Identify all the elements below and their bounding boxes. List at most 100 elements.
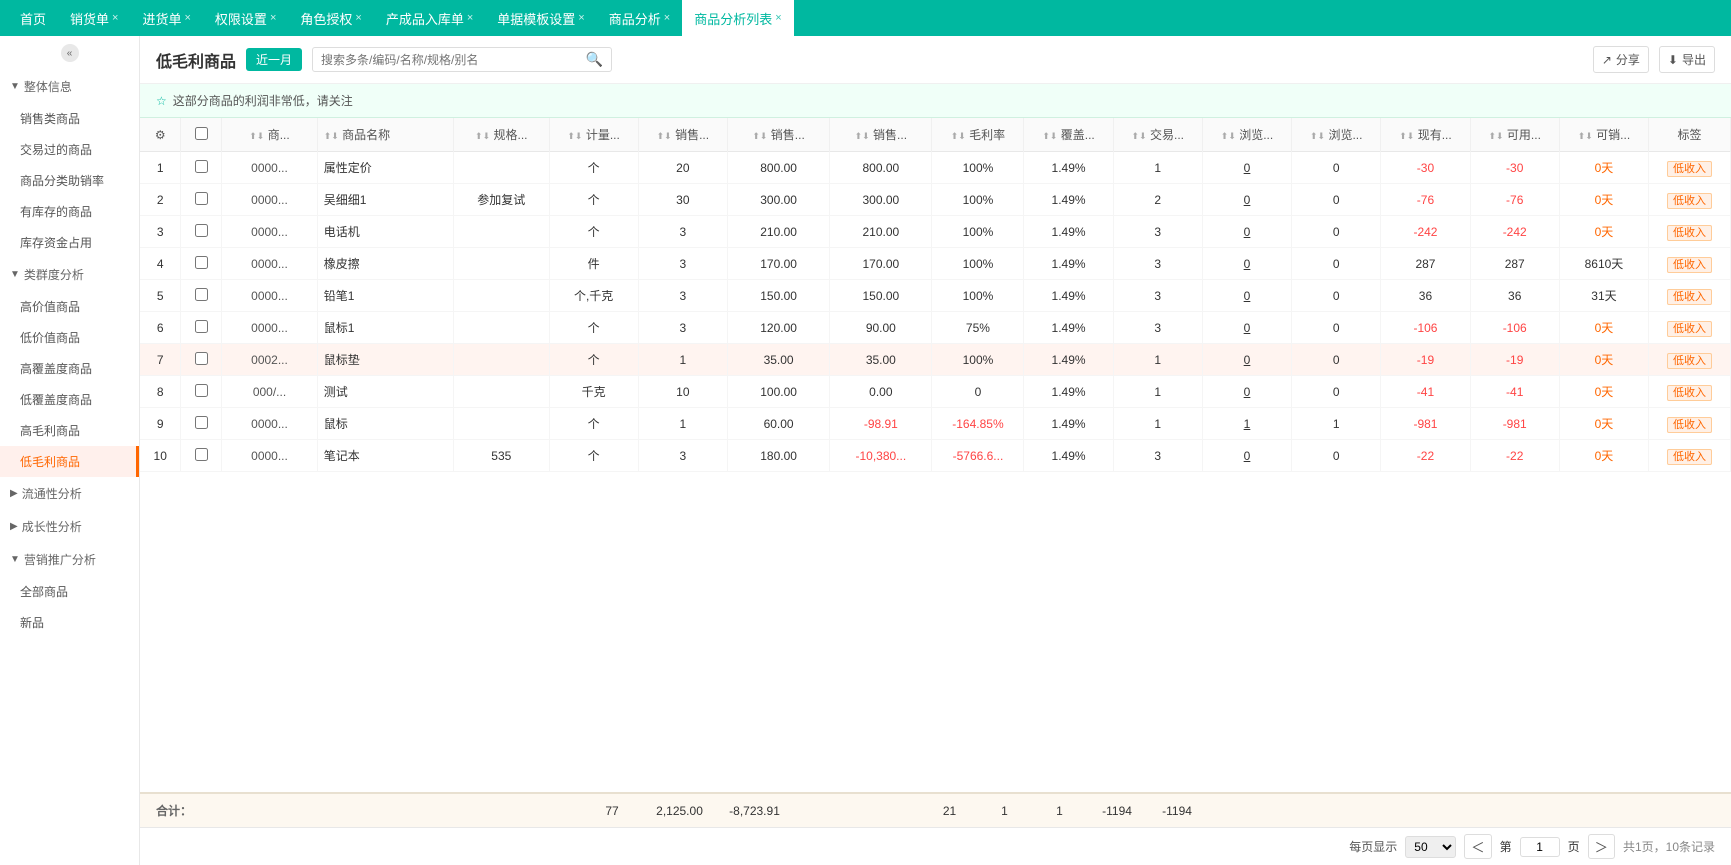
nav-item-template[interactable]: 单据模板设置 × — [485, 0, 596, 36]
th-code[interactable]: ⬆⬇ 商... — [222, 118, 317, 152]
cell-view1[interactable]: 0 — [1202, 184, 1291, 216]
cell-checkbox[interactable] — [181, 344, 222, 376]
sidebar-group-growth[interactable]: ▶ 成长性分析 — [0, 510, 139, 543]
sidebar-item-high-coverage[interactable]: 高覆盖度商品 — [0, 353, 139, 384]
cell-view1[interactable]: 0 — [1202, 248, 1291, 280]
th-trade-cnt[interactable]: ⬆⬇ 交易... — [1113, 118, 1202, 152]
nav-close-template[interactable]: × — [578, 12, 584, 24]
cell-name[interactable]: 橡皮擦 — [317, 248, 453, 280]
nav-close-sales[interactable]: × — [112, 12, 118, 24]
th-name[interactable]: ⬆⬇ 商品名称 — [317, 118, 453, 152]
cell-checkbox[interactable] — [181, 248, 222, 280]
cell-view1[interactable]: 0 — [1202, 280, 1291, 312]
th-view1[interactable]: ⬆⬇ 浏览... — [1202, 118, 1291, 152]
nav-item-product-in[interactable]: 产成品入库单 × — [374, 0, 485, 36]
cell-name[interactable]: 鼠标 — [317, 408, 453, 440]
sidebar-item-high-margin[interactable]: 高毛利商品 — [0, 415, 139, 446]
cell-view1[interactable]: 1 — [1202, 408, 1291, 440]
cell-checkbox[interactable] — [181, 280, 222, 312]
cell-view1[interactable]: 0 — [1202, 376, 1291, 408]
cell-name[interactable]: 吴细细1 — [317, 184, 453, 216]
sidebar-item-category-rate[interactable]: 商品分类助销率 — [0, 165, 139, 196]
sidebar-group-overall[interactable]: ▼ 整体信息 — [0, 70, 139, 103]
cell-checkbox[interactable] — [181, 216, 222, 248]
cell-checkbox[interactable] — [181, 440, 222, 472]
cell-name[interactable]: 鼠标1 — [317, 312, 453, 344]
sidebar-item-high-value[interactable]: 高价值商品 — [0, 291, 139, 322]
sidebar-item-new-goods[interactable]: 新品 — [0, 607, 139, 638]
cell-name[interactable]: 铅笔1 — [317, 280, 453, 312]
sidebar-group-cluster[interactable]: ▼ 类群度分析 — [0, 258, 139, 291]
sidebar-item-all-goods[interactable]: 全部商品 — [0, 576, 139, 607]
row-checkbox[interactable] — [195, 416, 208, 429]
nav-close-role[interactable]: × — [355, 12, 361, 24]
row-checkbox[interactable] — [195, 160, 208, 173]
nav-item-purchase[interactable]: 进货单 × — [130, 0, 202, 36]
row-checkbox[interactable] — [195, 192, 208, 205]
next-page-button[interactable]: ＞ — [1588, 834, 1615, 859]
cell-checkbox[interactable] — [181, 408, 222, 440]
cell-name[interactable]: 鼠标垫 — [317, 344, 453, 376]
sidebar-group-marketing[interactable]: ▼ 营销推广分析 — [0, 543, 139, 576]
per-page-select[interactable]: 50 20 100 — [1405, 836, 1456, 858]
th-checkbox[interactable] — [181, 118, 222, 152]
sidebar-item-low-margin[interactable]: 低毛利商品 — [0, 446, 139, 477]
sidebar-item-stock-capital[interactable]: 库存资金占用 — [0, 227, 139, 258]
th-tag[interactable]: 标签 — [1649, 118, 1731, 152]
sidebar-item-sales-goods[interactable]: 销售类商品 — [0, 103, 139, 134]
export-button[interactable]: ⬇ 导出 — [1659, 46, 1715, 73]
th-unit[interactable]: ⬆⬇ 计量... — [549, 118, 638, 152]
prev-page-button[interactable]: ＜ — [1464, 834, 1491, 859]
cell-view1[interactable]: 0 — [1202, 312, 1291, 344]
sidebar-item-low-coverage[interactable]: 低覆盖度商品 — [0, 384, 139, 415]
gear-icon[interactable]: ⚙ — [155, 128, 166, 142]
sidebar-item-traded-goods[interactable]: 交易过的商品 — [0, 134, 139, 165]
cell-view1[interactable]: 0 — [1202, 344, 1291, 376]
cell-checkbox[interactable] — [181, 152, 222, 184]
th-sales-gross[interactable]: ⬆⬇ 销售... — [830, 118, 932, 152]
th-coverage[interactable]: ⬆⬇ 覆盖... — [1024, 118, 1113, 152]
cell-name[interactable]: 测试 — [317, 376, 453, 408]
cell-checkbox[interactable] — [181, 312, 222, 344]
cell-checkbox[interactable] — [181, 184, 222, 216]
sidebar-item-in-stock[interactable]: 有库存的商品 — [0, 196, 139, 227]
th-view2[interactable]: ⬆⬇ 浏览... — [1292, 118, 1381, 152]
th-saleable[interactable]: ⬆⬇ 可销... — [1559, 118, 1648, 152]
cell-view1[interactable]: 0 — [1202, 152, 1291, 184]
nav-item-goods-list[interactable]: 商品分析列表 × — [682, 0, 793, 36]
nav-close-goods-analysis[interactable]: × — [664, 12, 670, 24]
nav-close-product-in[interactable]: × — [467, 12, 473, 24]
row-checkbox[interactable] — [195, 352, 208, 365]
sidebar-item-low-value[interactable]: 低价值商品 — [0, 322, 139, 353]
row-checkbox[interactable] — [195, 320, 208, 333]
row-checkbox[interactable] — [195, 448, 208, 461]
sidebar-group-circulation[interactable]: ▶ 流通性分析 — [0, 477, 139, 510]
th-available[interactable]: ⬆⬇ 可用... — [1470, 118, 1559, 152]
nav-item-goods-analysis[interactable]: 商品分析 × — [597, 0, 682, 36]
th-spec[interactable]: ⬆⬇ 规格... — [454, 118, 549, 152]
row-checkbox[interactable] — [195, 384, 208, 397]
nav-close-purchase[interactable]: × — [184, 12, 190, 24]
page-input[interactable] — [1520, 837, 1560, 857]
nav-close-goods-list[interactable]: × — [775, 12, 781, 24]
nav-item-home[interactable]: 首页 — [8, 0, 58, 36]
time-filter-button[interactable]: 近一月 — [246, 48, 302, 71]
cell-name[interactable]: 属性定价 — [317, 152, 453, 184]
cell-checkbox[interactable] — [181, 376, 222, 408]
search-input[interactable] — [321, 53, 586, 67]
cell-view1[interactable]: 0 — [1202, 440, 1291, 472]
select-all-checkbox[interactable] — [195, 127, 208, 140]
th-gear[interactable]: ⚙ — [140, 118, 181, 152]
th-sales-price[interactable]: ⬆⬇ 销售... — [727, 118, 829, 152]
nav-item-sales[interactable]: 销货单 × — [58, 0, 130, 36]
row-checkbox[interactable] — [195, 224, 208, 237]
row-checkbox[interactable] — [195, 256, 208, 269]
nav-item-permission[interactable]: 权限设置 × — [203, 0, 288, 36]
th-gross-rate[interactable]: ⬆⬇ 毛利率 — [932, 118, 1024, 152]
cell-view1[interactable]: 0 — [1202, 216, 1291, 248]
th-sales-qty[interactable]: ⬆⬇ 销售... — [638, 118, 727, 152]
nav-close-permission[interactable]: × — [270, 12, 276, 24]
nav-item-role[interactable]: 角色授权 × — [288, 0, 373, 36]
cell-name[interactable]: 电话机 — [317, 216, 453, 248]
sidebar-collapse-btn[interactable]: « — [61, 44, 79, 62]
